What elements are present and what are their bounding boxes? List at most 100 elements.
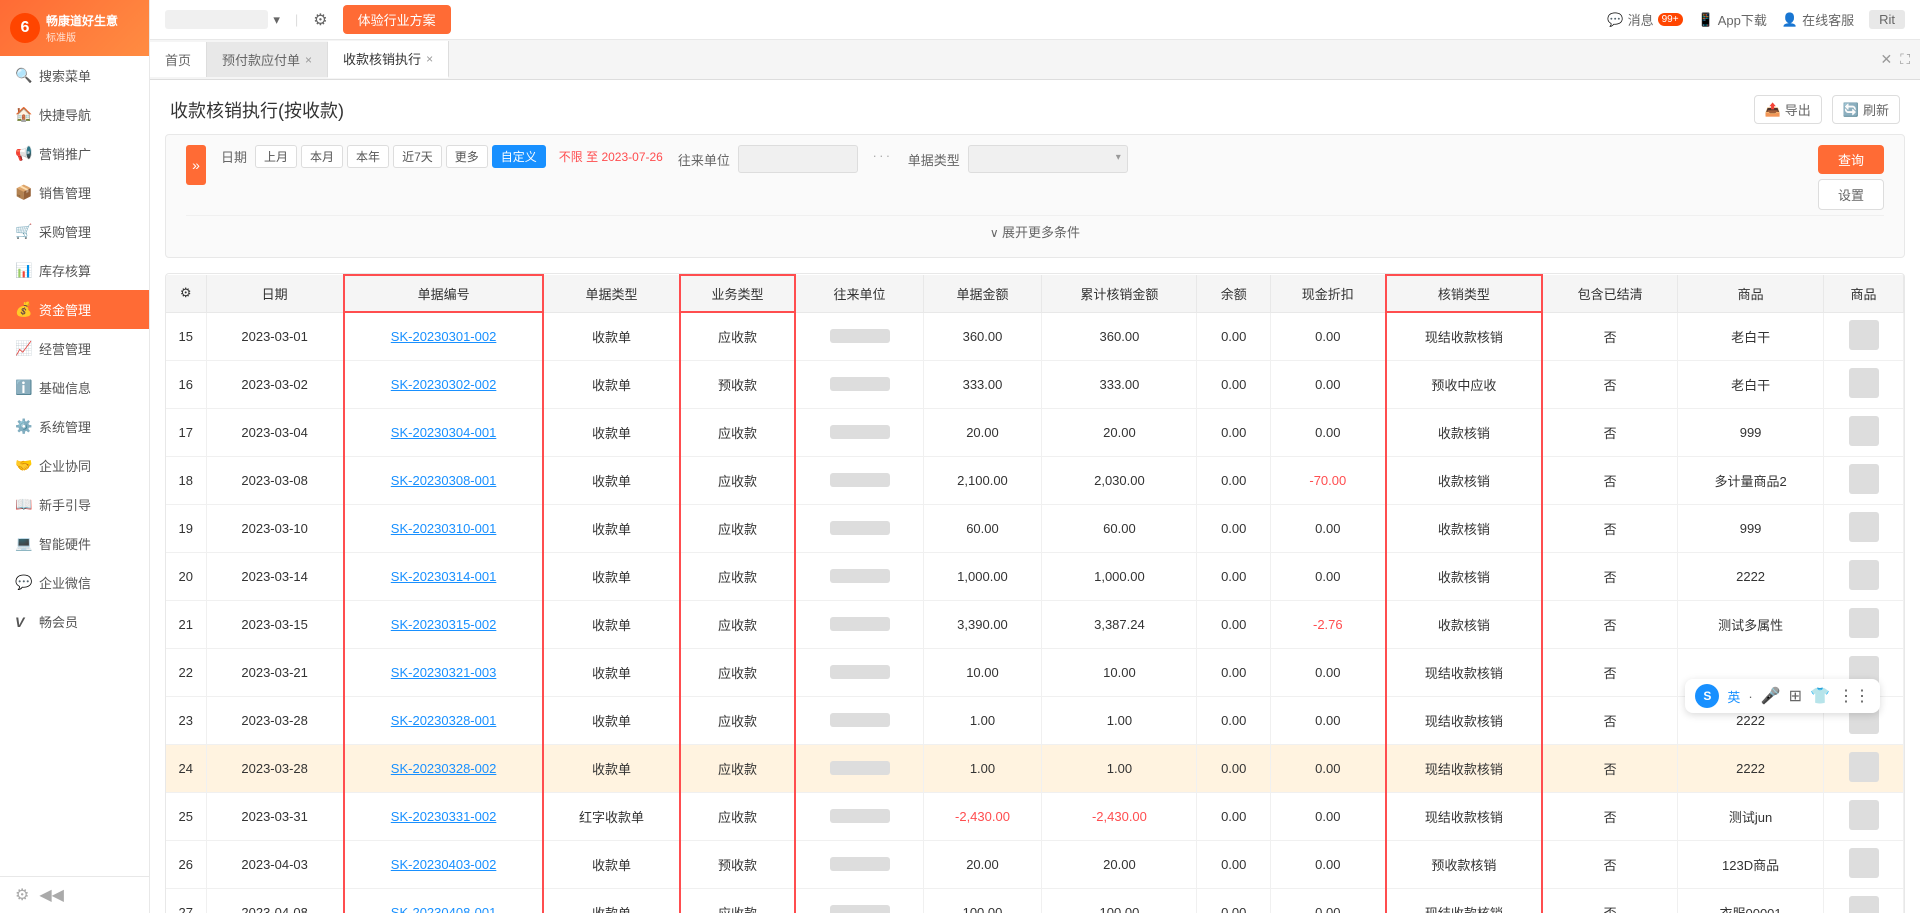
doc-no-link[interactable]: SK-20230328-001 <box>391 713 497 728</box>
cell-include-settled: 否 <box>1542 408 1677 456</box>
sidebar-item-system[interactable]: ⚙️ 系统管理 <box>0 407 149 446</box>
receipt-type-select[interactable]: ▾ <box>968 145 1128 173</box>
date-7days-btn[interactable]: 近7天 <box>393 145 442 168</box>
col-header-date[interactable]: 日期 <box>206 275 344 312</box>
tab-verification-close-icon[interactable]: × <box>426 52 433 66</box>
tab-verification[interactable]: 收款核销执行 × <box>328 41 449 78</box>
sidebar-item-inventory[interactable]: 📊 库存核算 <box>0 251 149 290</box>
doc-no-link[interactable]: SK-20230331-002 <box>391 809 497 824</box>
cell-doc-type: 收款单 <box>543 600 679 648</box>
date-custom-btn[interactable]: 自定义 <box>492 145 546 168</box>
doc-no-link[interactable]: SK-20230314-001 <box>391 569 497 584</box>
cell-include-settled: 否 <box>1542 504 1677 552</box>
date-last-month-btn[interactable]: 上月 <box>255 145 297 168</box>
doc-no-link[interactable]: SK-20230308-001 <box>391 473 497 488</box>
cell-product: 2222 <box>1678 552 1824 600</box>
sidebar-item-hardware[interactable]: 💻 智能硬件 <box>0 524 149 563</box>
date-this-year-btn[interactable]: 本年 <box>347 145 389 168</box>
cell-verify-type: 现结收款核销 <box>1386 312 1543 360</box>
mic-icon[interactable]: 🎤 <box>1761 686 1781 706</box>
cell-verify-type: 现结收款核销 <box>1386 648 1543 696</box>
date-this-month-btn[interactable]: 本月 <box>301 145 343 168</box>
cell-amount: 1.00 <box>923 696 1042 744</box>
query-button[interactable]: 查询 <box>1818 145 1884 174</box>
col-header-balance[interactable]: 余额 <box>1197 275 1271 312</box>
company-selector[interactable]: ▾ <box>165 10 280 29</box>
close-window-icon[interactable]: ✕ <box>1880 51 1892 68</box>
refresh-button[interactable]: 🔄 刷新 <box>1832 95 1900 124</box>
sidebar-item-search[interactable]: 🔍 搜索菜单 <box>0 56 149 95</box>
blurred-value <box>830 377 890 391</box>
doc-no-link[interactable]: SK-20230315-002 <box>391 617 497 632</box>
sidebar-item-sales[interactable]: 📦 销售管理 <box>0 173 149 212</box>
expand-conditions-btn[interactable]: ∨ 展开更多条件 <box>990 226 1080 240</box>
filter-expand-toggle[interactable]: » <box>186 145 206 185</box>
col-header-amount[interactable]: 单据金额 <box>923 275 1042 312</box>
cell-balance: 0.00 <box>1197 888 1271 913</box>
cell-date: 2023-03-21 <box>206 648 344 696</box>
col-header-doc-no[interactable]: 单据编号 <box>344 275 544 312</box>
user-avatar[interactable]: Rit <box>1869 10 1905 29</box>
sidebar-item-member[interactable]: V 畅会员 <box>0 602 149 641</box>
app-download-btn[interactable]: 📱 App下载 <box>1698 10 1767 29</box>
sidebar-item-wechat[interactable]: 💬 企业微信 <box>0 563 149 602</box>
doc-no-link[interactable]: SK-20230321-003 <box>391 665 497 680</box>
industry-solution-button[interactable]: 体验行业方案 <box>343 5 451 34</box>
page-title: 收款核销执行(按收款) <box>170 97 344 123</box>
cell-no: 20 <box>166 552 206 600</box>
settings-bottom-icon[interactable]: ⚙ <box>15 885 29 905</box>
col-header-partner[interactable]: 往来单位 <box>795 275 923 312</box>
grid-icon[interactable]: ⊞ <box>1789 686 1802 706</box>
sidebar-item-finance[interactable]: 💰 资金管理 <box>0 290 149 329</box>
tab-prepayment-close-icon[interactable]: × <box>305 53 312 67</box>
cell-doc-no: SK-20230308-001 <box>344 456 544 504</box>
col-header-include-settled[interactable]: 包含已结清 <box>1542 275 1677 312</box>
doc-no-link[interactable]: SK-20230408-001 <box>391 905 497 913</box>
filter-date: 日期 上月 本月 本年 近7天 更多 自定义 不限 至 2023-07-26 <box>221 145 663 168</box>
col-header-settings[interactable]: ⚙ <box>166 275 206 312</box>
tab-home[interactable]: 首页 <box>150 42 207 77</box>
table-row: 22 2023-03-21 SK-20230321-003 收款单 应收款 10… <box>166 648 1904 696</box>
cell-amount: 360.00 <box>923 312 1042 360</box>
col-header-biz-type[interactable]: 业务类型 <box>680 275 796 312</box>
shirt-icon[interactable]: 👕 <box>1810 686 1830 706</box>
col-header-doc-type[interactable]: 单据类型 <box>543 275 679 312</box>
sidebar-item-quick[interactable]: 🏠 快捷导航 <box>0 95 149 134</box>
sidebar-item-guide[interactable]: 📖 新手引导 <box>0 485 149 524</box>
doc-no-link[interactable]: SK-20230302-002 <box>391 377 497 392</box>
filter-bar: » 日期 上月 本月 本年 近7天 更多 自定义 <box>165 134 1905 258</box>
doc-no-link[interactable]: SK-20230403-002 <box>391 857 497 872</box>
doc-no-link[interactable]: SK-20230328-002 <box>391 761 497 776</box>
message-btn[interactable]: 💬 消息 99+ <box>1607 10 1682 29</box>
doc-no-link[interactable]: SK-20230301-002 <box>391 329 497 344</box>
sidebar-item-marketing[interactable]: 📢 营销推广 <box>0 134 149 173</box>
date-more-btn[interactable]: 更多 <box>446 145 488 168</box>
online-service-btn[interactable]: 👤 在线客服 <box>1782 10 1854 29</box>
doc-no-link[interactable]: SK-20230310-001 <box>391 521 497 536</box>
more-icon[interactable]: ⋮⋮ <box>1838 686 1870 706</box>
export-button[interactable]: 📤 导出 <box>1754 95 1822 124</box>
col-header-product-img[interactable]: 商品 <box>1824 275 1904 312</box>
col-header-verify-type[interactable]: 核销类型 <box>1386 275 1543 312</box>
maximize-icon[interactable]: ⛶ <box>1900 51 1910 68</box>
sidebar-item-basic[interactable]: ℹ️ 基础信息 <box>0 368 149 407</box>
sidebar-item-label: 采购管理 <box>39 222 91 241</box>
doc-no-link[interactable]: SK-20230304-001 <box>391 425 497 440</box>
sidebar-item-label: 营销推广 <box>39 144 91 163</box>
setting-button[interactable]: 设置 <box>1818 179 1884 210</box>
sidebar-item-purchase[interactable]: 🛒 采购管理 <box>0 212 149 251</box>
cell-product: 999 <box>1678 408 1824 456</box>
col-header-product[interactable]: 商品 <box>1678 275 1824 312</box>
sidebar-item-corp[interactable]: 🤝 企业协同 <box>0 446 149 485</box>
sidebar-item-operation[interactable]: 📈 经营管理 <box>0 329 149 368</box>
blurred-value <box>830 425 890 439</box>
partner-input[interactable] <box>738 145 858 173</box>
cell-doc-no: SK-20230315-002 <box>344 600 544 648</box>
topbar: ▾ | ⚙ 体验行业方案 💬 消息 99+ 📱 App下载 👤 在线客服 Rit <box>150 0 1920 40</box>
col-header-verified[interactable]: 累计核销金额 <box>1042 275 1197 312</box>
tab-prepayment[interactable]: 预付款应付单 × <box>207 42 328 77</box>
topbar-gear-icon[interactable]: ⚙ <box>313 10 327 30</box>
collapse-icon[interactable]: ◀◀ <box>39 885 64 905</box>
col-header-cash-discount[interactable]: 现金折扣 <box>1271 275 1386 312</box>
page-actions: 📤 导出 🔄 刷新 <box>1754 95 1900 124</box>
